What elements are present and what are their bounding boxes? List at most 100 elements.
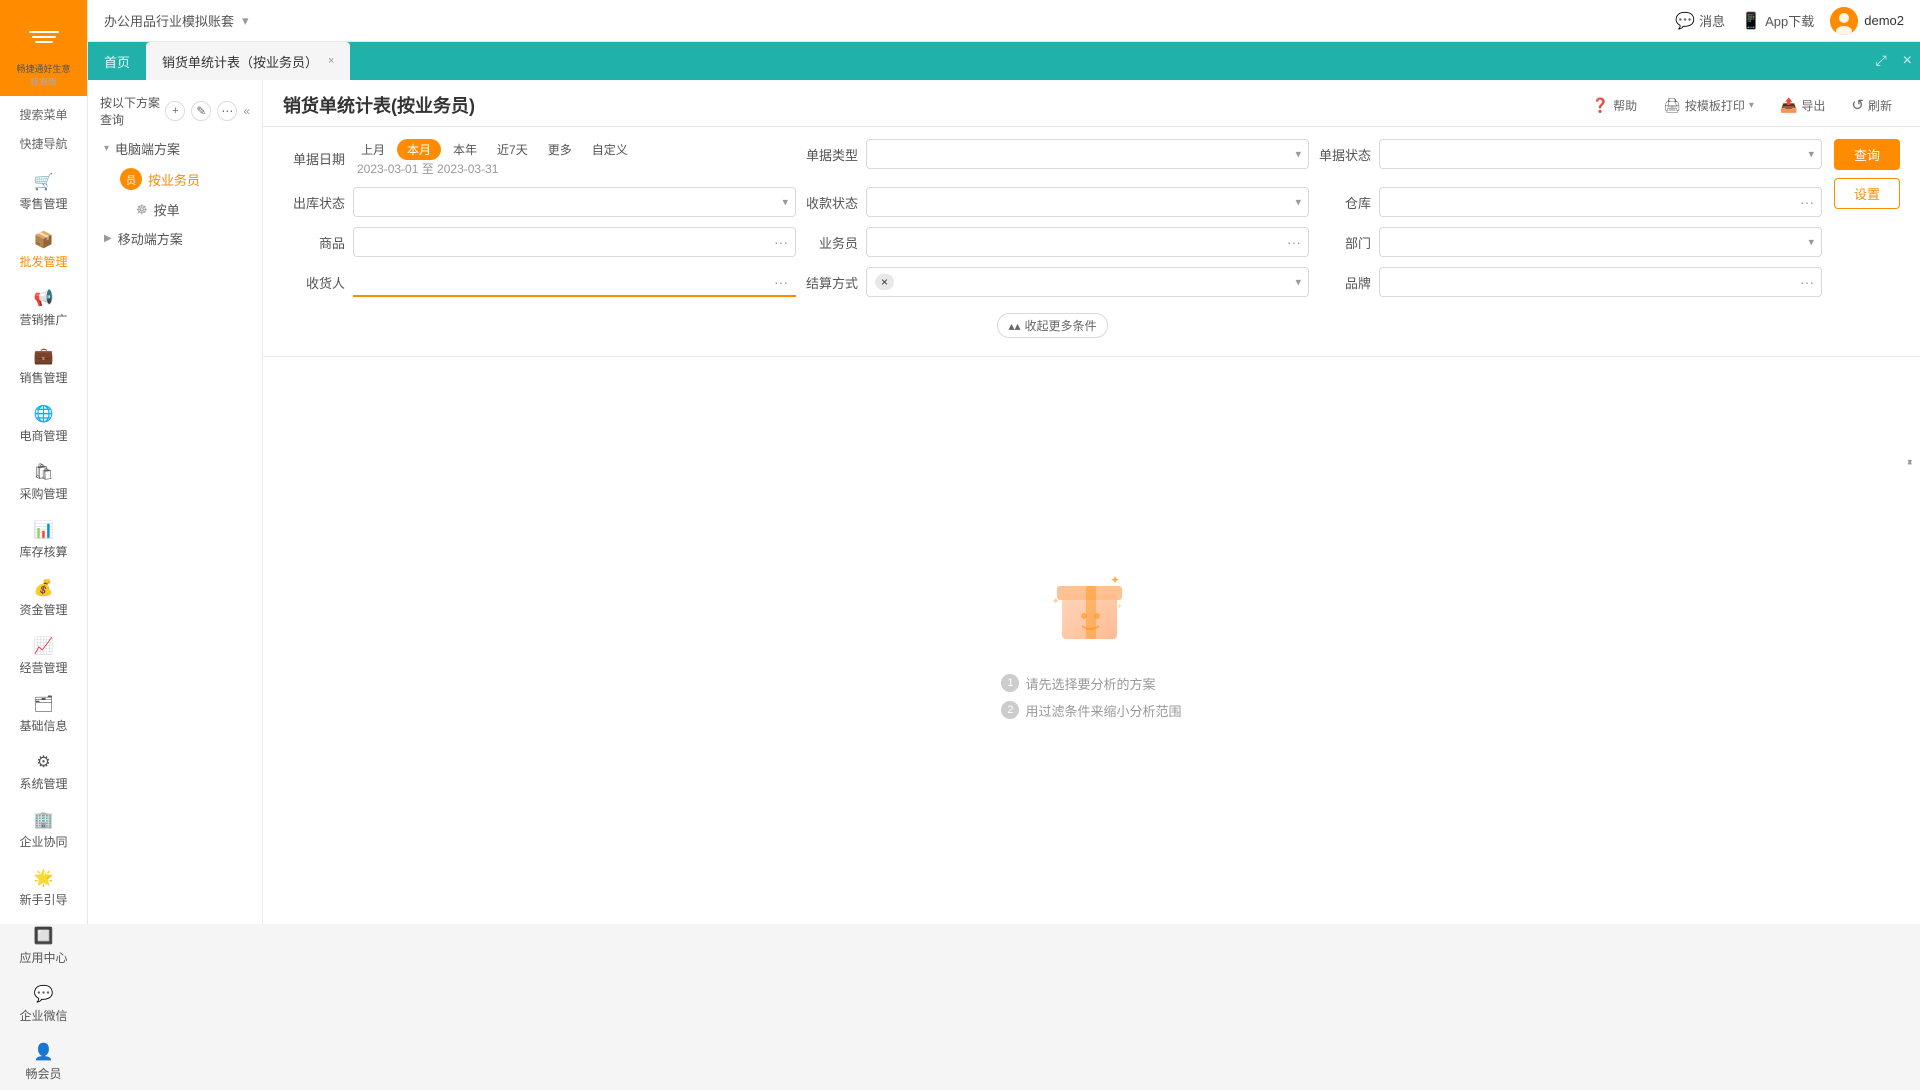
tab-sales-stat[interactable]: 销货单统计表（按业务员） × — [146, 42, 350, 80]
collapse-row: ▴▴ 收起更多条件 — [283, 307, 1822, 344]
sidebar-item-marketing[interactable]: 📢 营销推广 — [0, 278, 87, 336]
sidebar-item-inventory[interactable]: 📊 库存核算 — [0, 510, 87, 568]
user-name: demo2 — [1864, 13, 1904, 28]
department-input[interactable] — [1379, 227, 1822, 257]
step-2-number: 2 — [1001, 701, 1019, 719]
app-download-button[interactable]: 📱 App下载 — [1741, 11, 1814, 31]
print-dropdown-icon: ▾ — [1749, 100, 1754, 111]
tree-item-mobile[interactable]: ▶ 移动端方案 — [88, 224, 262, 253]
out-status-label: 出库状态 — [283, 193, 353, 212]
chevron-down-icon: ▾ — [242, 13, 249, 29]
payment-status-filter[interactable]: ▾ — [866, 187, 1309, 217]
sidebar-item-system[interactable]: ⚙ 系统管理 — [0, 742, 87, 800]
user-avatar-area[interactable]: demo2 — [1830, 7, 1904, 35]
breadcrumb-dropdown[interactable]: ▾ — [242, 13, 249, 29]
tab-sales-stat-label: 销货单统计表（按业务员） — [162, 52, 318, 71]
sidebar-item-member[interactable]: 👤 畅会员 — [0, 1032, 87, 1090]
date-btn-this-year[interactable]: 本年 — [445, 139, 485, 160]
date-range-text: 2023-03-01 至 2023-03-31 — [357, 160, 796, 177]
tab-close-icon[interactable]: × — [328, 55, 334, 67]
salesperson-filter[interactable]: ··· — [866, 227, 1309, 257]
sidebar-item-operations[interactable]: 📈 经营管理 — [0, 626, 87, 684]
tab-home[interactable]: 首页 — [88, 42, 146, 80]
sidebar-search[interactable]: 搜索菜单 — [0, 96, 87, 129]
tree-child-salesperson[interactable]: 员 按业务员 — [88, 163, 262, 195]
settlement-filter[interactable]: × ▾ — [866, 267, 1309, 297]
sidebar-item-apps[interactable]: 🔲 应用中心 — [0, 916, 87, 974]
edit-scheme-button[interactable]: ✎ — [191, 101, 211, 121]
empty-steps: 1 请先选择要分析的方案 2 用过滤条件来缩小分析范围 — [1001, 674, 1181, 728]
warehouse-filter[interactable]: ··· — [1379, 187, 1822, 217]
dots-icon: ··· — [774, 274, 788, 290]
receiver-label: 收货人 — [283, 273, 353, 292]
sidebar-item-wechat[interactable]: 💬 企业微信 — [0, 974, 87, 1032]
help-icon: ❓ — [1592, 97, 1609, 114]
query-button[interactable]: 查询 — [1834, 139, 1900, 170]
sidebar-item-retail[interactable]: 🛒 零售管理 ▾ — [0, 162, 87, 220]
filter-fields: 单据日期 上月 本月 本年 近7天 更多 自定义 — [283, 139, 1822, 344]
export-button[interactable]: 📤 导出 — [1772, 94, 1833, 117]
add-scheme-button[interactable]: + — [165, 101, 185, 121]
sidebar-item-wholesale[interactable]: 📦 批发管理 ▴ — [0, 220, 87, 278]
sidebar-logo[interactable]: 畅捷通好生意 标准版 — [0, 0, 87, 96]
breadcrumb-text: 办公用品行业模拟账套 — [104, 11, 234, 30]
collapse-panel-button[interactable]: « — [243, 104, 250, 118]
chevron-right-icon: ▶ — [104, 233, 112, 244]
doc-status-input[interactable] — [1379, 139, 1822, 169]
department-label: 部门 — [1309, 233, 1379, 252]
tree-item-desktop[interactable]: ▾ 电脑端方案 — [88, 134, 262, 163]
out-status-input[interactable] — [353, 187, 796, 217]
tabbar: 首页 销货单统计表（按业务员） × ⤢ × — [88, 42, 1920, 80]
department-filter[interactable]: ▾ — [1379, 227, 1822, 257]
message-button[interactable]: 💬 消息 — [1675, 11, 1725, 31]
doc-type-input[interactable] — [866, 139, 1309, 169]
tab-expand-icon[interactable]: ⤢ — [1867, 52, 1894, 70]
salesperson-icon: 员 — [120, 168, 142, 190]
date-btn-this-month[interactable]: 本月 — [397, 139, 441, 160]
more-scheme-button[interactable]: ⋯ — [217, 101, 237, 121]
print-button[interactable]: 🖨 按模板打印 ▾ — [1655, 94, 1762, 117]
tree-grandchild-by-order[interactable]: ☸ 按单 — [88, 195, 262, 224]
receiver-input[interactable] — [353, 267, 796, 297]
tab-close-window[interactable]: × — [1895, 52, 1920, 70]
tree-label-mobile: 移动端方案 — [118, 229, 183, 248]
svg-text:✦: ✦ — [1052, 596, 1060, 606]
settings-button[interactable]: 设置 — [1834, 178, 1900, 209]
doc-status-filter[interactable]: ▾ — [1379, 139, 1822, 169]
date-btn-custom[interactable]: 自定义 — [584, 139, 636, 160]
collapse-more-button[interactable]: ▴▴ 收起更多条件 — [997, 313, 1107, 338]
dots-icon: ··· — [774, 234, 788, 250]
salesperson-input[interactable] — [866, 227, 1309, 257]
date-btn-last-month[interactable]: 上月 — [353, 139, 393, 160]
out-status-filter[interactable]: ▾ — [353, 187, 796, 217]
settlement-input[interactable]: × — [866, 267, 1309, 297]
sidebar-item-base[interactable]: 🗂 基础信息 — [0, 684, 87, 742]
doc-type-filter[interactable]: ▾ — [866, 139, 1309, 169]
goods-label: 商品 — [283, 233, 353, 252]
goods-input[interactable] — [353, 227, 796, 257]
brand-filter[interactable]: ··· — [1379, 267, 1822, 297]
tree-label-salesperson: 按业务员 — [148, 170, 200, 189]
step-1-number: 1 — [1001, 674, 1019, 692]
refresh-button[interactable]: ↺ 刷新 — [1843, 93, 1900, 117]
date-btn-more[interactable]: 更多 — [540, 139, 580, 160]
goods-filter[interactable]: ··· — [353, 227, 796, 257]
warehouse-input[interactable] — [1379, 187, 1822, 217]
main-area: 办公用品行业模拟账套 ▾ 💬 消息 📱 App下载 — [88, 0, 1920, 924]
tree-label-desktop: 电脑端方案 — [115, 139, 180, 158]
refresh-icon: ↺ — [1851, 96, 1864, 114]
payment-status-input[interactable] — [866, 187, 1309, 217]
sidebar-item-newbie[interactable]: 🌟 新手引导 — [0, 858, 87, 916]
tree-label-by-order: 按单 — [154, 200, 180, 219]
sidebar-quicknav[interactable]: 快捷导航 — [0, 129, 87, 158]
settlement-label: 结算方式 — [796, 273, 866, 292]
date-btn-7days[interactable]: 近7天 — [489, 139, 536, 160]
sidebar-item-purchase[interactable]: 🛍 采购管理 — [0, 452, 87, 510]
sidebar-item-finance[interactable]: 💰 资金管理 — [0, 568, 87, 626]
brand-input[interactable] — [1379, 267, 1822, 297]
sidebar-item-ecommerce[interactable]: 🌐 电商管理 — [0, 394, 87, 452]
help-button[interactable]: ❓ 帮助 — [1584, 94, 1645, 117]
sidebar-item-sales[interactable]: 💼 销售管理 — [0, 336, 87, 394]
sidebar-item-enterprise[interactable]: 🏢 企业协同 — [0, 800, 87, 858]
receiver-filter[interactable]: ··· — [353, 267, 796, 297]
